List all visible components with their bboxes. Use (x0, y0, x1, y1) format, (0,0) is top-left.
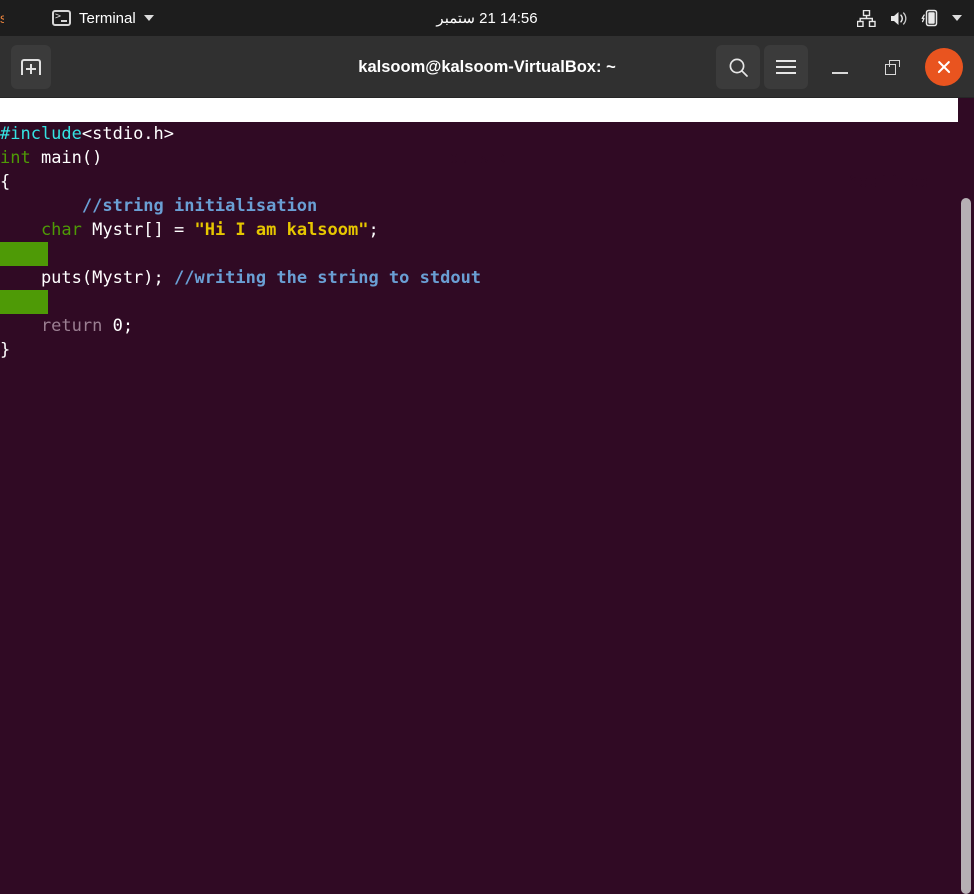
code-token: 0; (102, 316, 134, 336)
nano-title-bar: GNU nano 4.8 puts.c Modified (0, 98, 958, 192)
code-line (0, 290, 974, 314)
code-token: char (0, 220, 82, 240)
system-menu-caret-icon[interactable] (952, 15, 962, 21)
code-token: <stdio.h> (81, 124, 175, 144)
minimize-icon (832, 72, 848, 74)
code-token: puts(Mystr); (0, 268, 174, 288)
code-line: char Mystr[] = "Hi I am kalsoom"; (0, 218, 974, 242)
clock-button[interactable]: 14:56 21 ستمبر (0, 9, 974, 27)
code-token: main() (30, 148, 103, 168)
code-line: { (0, 170, 974, 194)
code-token: //string initialisation (0, 196, 318, 216)
whitespace-marker (0, 290, 48, 314)
close-button[interactable] (925, 48, 963, 86)
code-line: #include<stdio.h> (0, 122, 974, 146)
code-line: return 0; (0, 314, 974, 338)
code-token: //writing the string to stdout (174, 268, 482, 288)
whitespace-marker (0, 242, 48, 266)
code-line: puts(Mystr); //writing the string to std… (0, 266, 974, 290)
close-icon (936, 59, 952, 75)
volume-icon (889, 10, 908, 27)
nano-text-buffer[interactable]: #include<stdio.h> int main(){ //string in… (0, 122, 974, 362)
minimize-button[interactable] (818, 45, 862, 89)
code-line: int main() (0, 146, 974, 170)
scrollbar-thumb[interactable] (961, 198, 971, 894)
nano-shortcut-bar: ^G Get Help^O Write Out^W Where Is^K Cut… (0, 752, 974, 800)
search-icon (728, 57, 749, 78)
terminal-area[interactable]: GNU nano 4.8 puts.c Modified #include<st… (0, 98, 974, 800)
hamburger-menu-button[interactable] (764, 45, 808, 89)
search-button[interactable] (716, 45, 760, 89)
battery-charging-icon (921, 9, 939, 27)
gnome-top-bar: s Terminal 14:56 21 ستمبر (0, 0, 974, 36)
code-token: } (0, 340, 11, 360)
network-wired-icon (857, 9, 876, 27)
code-line: //string initialisation (0, 194, 974, 218)
code-token: return (0, 316, 103, 336)
code-token: "Hi I am kalsoom" (194, 220, 369, 240)
code-token: int (0, 148, 31, 168)
system-indicators[interactable] (857, 9, 962, 27)
code-token: { (0, 172, 11, 192)
maximize-button[interactable] (870, 45, 914, 89)
code-token: Mystr[] = (81, 220, 195, 240)
hamburger-icon (776, 56, 796, 78)
restore-icon (884, 59, 900, 75)
code-token: ; (368, 220, 379, 240)
window-header-bar: kalsoom@kalsoom-VirtualBox: ~ (0, 36, 974, 98)
scrollbar-track[interactable] (958, 98, 974, 894)
code-line (0, 242, 974, 266)
code-token: #include (0, 124, 82, 144)
code-line: } (0, 338, 974, 362)
